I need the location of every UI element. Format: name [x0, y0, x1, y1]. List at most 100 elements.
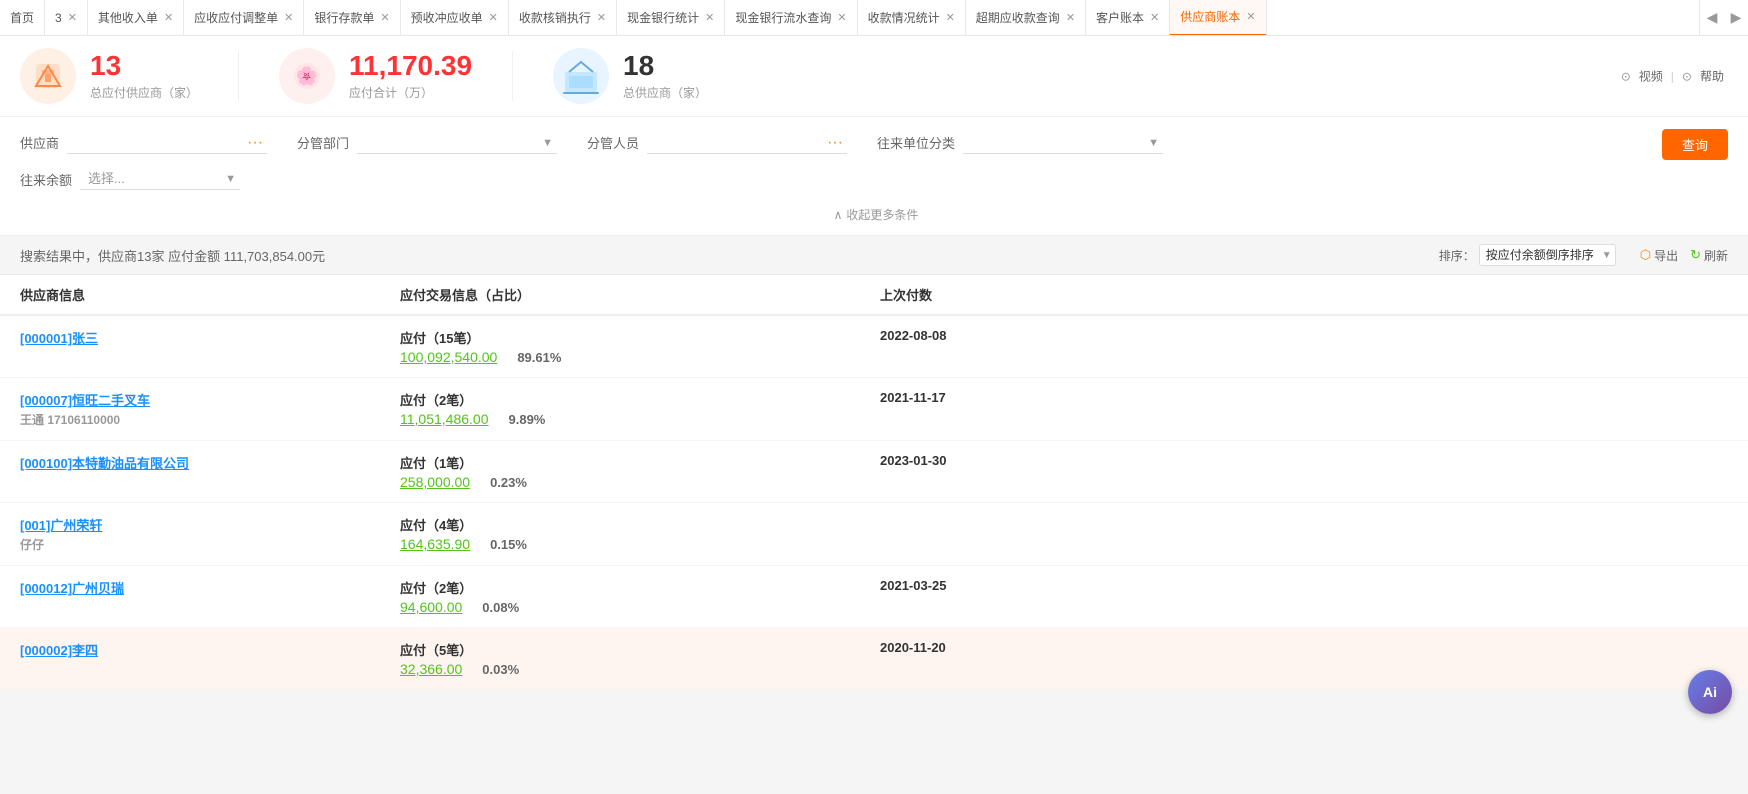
export-link[interactable]: ⬡ 导出 — [1640, 247, 1678, 264]
supplier-link-6[interactable]: [000002]李四 — [20, 640, 400, 659]
sort-select[interactable]: 按应付余额倒序排序 — [1479, 244, 1616, 266]
result-text: 搜索结果中，供应商13家 应付金额 111,703,854.00元 — [20, 246, 325, 265]
tab-other-income[interactable]: 其他收入单 ✕ — [88, 0, 184, 36]
close-tab-other-income[interactable]: ✕ — [164, 11, 173, 24]
top-nav: 首页 3 ✕ 其他收入单 ✕ 应收应付调整单 ✕ 银行存款单 ✕ 预收冲应收单 … — [0, 0, 1748, 36]
filter-person: 分管人员 ··· — [587, 132, 847, 154]
stat-block-3: 18 总供应商（家） — [553, 48, 707, 104]
ai-button-label: Ai — [1703, 684, 1717, 700]
trans-row-5: 94,600.00 0.08% — [400, 599, 880, 615]
tab-overdue-ar[interactable]: 超期应收款查询 ✕ — [966, 0, 1086, 36]
table-row[interactable]: [000002]李四 应付（5笔） 32,366.00 0.03% 2020-1… — [0, 628, 1748, 690]
trans-amount-2[interactable]: 11,051,486.00 — [400, 411, 489, 427]
filter-area: 供应商 ··· 分管部门 ▼ 分管人员 ··· 往来单位分类 — [0, 117, 1748, 236]
tab-prepay-offset[interactable]: 预收冲应收单 ✕ — [401, 0, 509, 36]
trans-amount-1[interactable]: 100,092,540.00 — [400, 349, 497, 365]
trans-row-3: 258,000.00 0.23% — [400, 474, 880, 490]
tab-3[interactable]: 3 ✕ — [45, 0, 88, 36]
tab-cash-bank-stat[interactable]: 现金银行统计 ✕ — [617, 0, 725, 36]
tab-home[interactable]: 首页 — [0, 0, 45, 36]
trans-amount-5[interactable]: 94,600.00 — [400, 599, 462, 615]
supplier-input-wrap: ··· — [67, 132, 267, 154]
tab-receipt-verify[interactable]: 收款核销执行 ✕ — [509, 0, 617, 36]
trans-amount-4[interactable]: 164,635.90 — [400, 536, 470, 552]
balance-select-wrap: 选择... ▼ — [80, 168, 240, 190]
close-tab-supplier-book[interactable]: ✕ — [1246, 10, 1255, 23]
close-tab-prepay-offset[interactable]: ✕ — [489, 11, 498, 24]
result-bar: 搜索结果中，供应商13家 应付金额 111,703,854.00元 排序： 按应… — [0, 236, 1748, 275]
stat-text-2: 11,170.39 应付合计（万） — [349, 52, 472, 101]
col-header-lastpay: 上次付数 — [880, 285, 1728, 304]
close-tab-3[interactable]: ✕ — [68, 11, 77, 24]
close-tab-cash-bank-flow[interactable]: ✕ — [837, 11, 846, 24]
stats-bar: 13 总应付供应商（家） 🌸 11,170.39 应付合计（万） — [0, 36, 1748, 117]
tab-cash-bank-flow[interactable]: 现金银行流水查询 ✕ — [725, 0, 857, 36]
refresh-link[interactable]: ↻ 刷新 — [1690, 247, 1728, 264]
close-tab-customer-book[interactable]: ✕ — [1150, 11, 1159, 24]
stat-text-3: 18 总供应商（家） — [623, 52, 707, 101]
collapse-button[interactable]: ∧ 收起更多条件 — [20, 202, 1728, 227]
video-link[interactable]: 视频 — [1639, 68, 1663, 85]
transaction-col-6: 应付（5笔） 32,366.00 0.03% — [400, 640, 880, 677]
close-tab-bank-deposit[interactable]: ✕ — [380, 11, 389, 24]
stat-icon-1 — [20, 48, 76, 104]
ai-button[interactable]: Ai — [1688, 670, 1732, 714]
nav-prev-arrow[interactable]: ◀ — [1700, 0, 1724, 36]
table-row[interactable]: [000007]恒旺二手叉车 王通 17106110000 应付（2笔） 11,… — [0, 378, 1748, 441]
dept-label: 分管部门 — [297, 133, 349, 152]
supplier-link-2[interactable]: [000007]恒旺二手叉车 — [20, 390, 400, 409]
category-select[interactable] — [963, 132, 1163, 154]
query-button[interactable]: 查询 — [1662, 129, 1728, 160]
supplier-link-1[interactable]: [000001]张三 — [20, 328, 400, 347]
links-divider: | — [1671, 69, 1674, 83]
lastpay-col-2: 2021-11-17 — [880, 390, 1728, 405]
balance-select[interactable]: 选择... — [80, 168, 240, 190]
person-input[interactable] — [647, 132, 847, 154]
trans-percent-2: 9.89% — [509, 412, 546, 427]
lastpay-date-6: 2020-11-20 — [880, 640, 946, 655]
trans-label-2: 应付（2笔） — [400, 390, 880, 409]
close-tab-receipt-verify[interactable]: ✕ — [597, 11, 606, 24]
export-label: 导出 — [1654, 247, 1678, 264]
trans-row-2: 11,051,486.00 9.89% — [400, 411, 880, 427]
trans-label-4: 应付（4笔） — [400, 515, 880, 534]
trans-amount-3[interactable]: 258,000.00 — [400, 474, 470, 490]
table-container: 供应商信息 应付交易信息（占比） 上次付数 [000001]张三 应付（15笔）… — [0, 275, 1748, 690]
tab-bank-deposit[interactable]: 银行存款单 ✕ — [304, 0, 400, 36]
close-tab-receipt-stat[interactable]: ✕ — [946, 11, 955, 24]
close-tab-ar-ap-adjust[interactable]: ✕ — [284, 11, 293, 24]
table-header: 供应商信息 应付交易信息（占比） 上次付数 — [0, 275, 1748, 316]
stat-block-1: 13 总应付供应商（家） — [20, 48, 198, 104]
filter-balance: 往来余额 选择... ▼ — [20, 168, 240, 190]
table-row[interactable]: [000100]本特勤油品有限公司 应付（1笔） 258,000.00 0.23… — [0, 441, 1748, 503]
help-link[interactable]: 帮助 — [1700, 68, 1724, 85]
tab-supplier-book[interactable]: 供应商账本 ✕ — [1170, 0, 1266, 36]
nav-next-arrow[interactable]: ▶ — [1724, 0, 1748, 36]
transaction-col-5: 应付（2笔） 94,600.00 0.08% — [400, 578, 880, 615]
stat-number-1: 13 — [90, 52, 198, 80]
dept-select[interactable] — [357, 132, 557, 154]
trans-percent-5: 0.08% — [482, 600, 519, 615]
transaction-col-4: 应付（4笔） 164,635.90 0.15% — [400, 515, 880, 552]
close-tab-cash-bank-stat[interactable]: ✕ — [705, 11, 714, 24]
table-row[interactable]: [000012]广州贝瑞 应付（2笔） 94,600.00 0.08% 2021… — [0, 566, 1748, 628]
supplier-link-5[interactable]: [000012]广州贝瑞 — [20, 578, 400, 597]
supplier-link-4[interactable]: [001]广州荣轩 — [20, 515, 400, 534]
supplier-link-3[interactable]: [000100]本特勤油品有限公司 — [20, 453, 400, 472]
trans-percent-1: 89.61% — [517, 350, 561, 365]
trans-amount-6[interactable]: 32,366.00 — [400, 661, 462, 677]
tab-receipt-stat[interactable]: 收款情况统计 ✕ — [858, 0, 966, 36]
stat-label-3: 总供应商（家） — [623, 84, 707, 101]
balance-label: 往来余额 — [20, 170, 72, 189]
category-select-wrap: ▼ — [963, 132, 1163, 154]
table-row[interactable]: [000001]张三 应付（15笔） 100,092,540.00 89.61%… — [0, 316, 1748, 378]
stat-divider-1 — [238, 51, 239, 101]
supplier-input[interactable] — [67, 132, 267, 154]
tab-customer-book[interactable]: 客户账本 ✕ — [1086, 0, 1170, 36]
tab-ar-ap-adjust[interactable]: 应收应付调整单 ✕ — [184, 0, 304, 36]
close-tab-overdue-ar[interactable]: ✕ — [1066, 11, 1075, 24]
table-row[interactable]: [001]广州荣轩 仔仔 应付（4笔） 164,635.90 0.15% — [0, 503, 1748, 566]
transaction-col-1: 应付（15笔） 100,092,540.00 89.61% — [400, 328, 880, 365]
supplier-col-1: [000001]张三 — [20, 328, 400, 347]
transaction-col-3: 应付（1笔） 258,000.00 0.23% — [400, 453, 880, 490]
